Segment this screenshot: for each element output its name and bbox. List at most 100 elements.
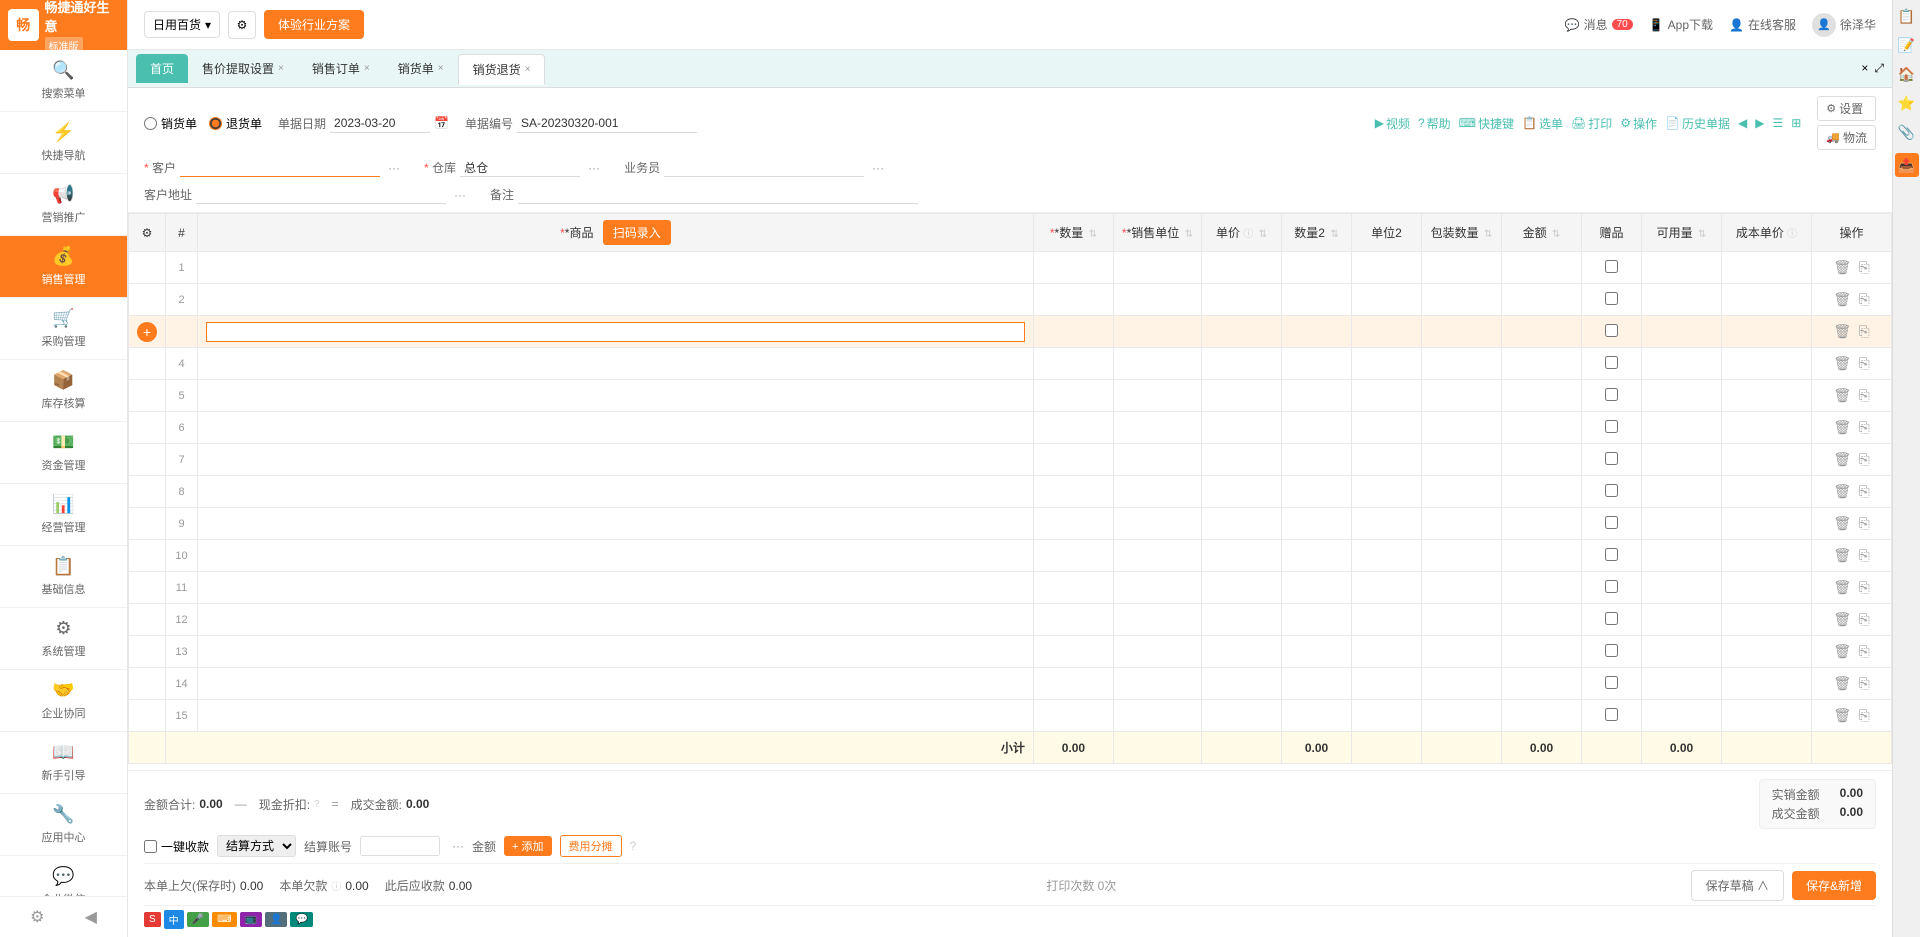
row-qty-8[interactable] (1033, 476, 1113, 508)
row-price-13[interactable] (1202, 636, 1282, 668)
row-delete-10[interactable]: 🗑 (1831, 545, 1853, 566)
user-profile[interactable]: 👤 徐泽华 (1812, 13, 1876, 37)
row-price-12[interactable] (1202, 604, 1282, 636)
gift-check-10[interactable] (1605, 548, 1618, 561)
row-amount-14[interactable] (1502, 668, 1582, 700)
number-input[interactable] (517, 114, 697, 133)
settings-btn[interactable]: ⚙ 设置 (1817, 96, 1876, 121)
row-avail-6[interactable] (1642, 412, 1722, 444)
row-qty-4[interactable] (1033, 348, 1113, 380)
note-input[interactable] (518, 185, 918, 204)
sidebar-item-7[interactable]: 📊经营管理 (0, 484, 127, 546)
row-copy-10[interactable]: ⎘ (1856, 545, 1871, 566)
row-avail-8[interactable] (1642, 476, 1722, 508)
row-copy-4[interactable]: ⎘ (1856, 353, 1871, 374)
row-amount-6[interactable] (1502, 412, 1582, 444)
panel-icon-2[interactable]: 📝 (1898, 37, 1915, 54)
tab-2[interactable]: 销售订单× (298, 54, 384, 83)
warehouse-more-btn[interactable]: ··· (588, 161, 600, 175)
messages-btn[interactable]: 💬 消息 70 (1565, 16, 1633, 33)
row-gift-14[interactable] (1582, 668, 1642, 700)
mic-icon[interactable]: 🎤 (187, 912, 209, 927)
row-unit2-9[interactable] (1352, 508, 1422, 540)
row-unit2-15[interactable] (1352, 700, 1422, 732)
row-gift-3[interactable] (1582, 316, 1642, 348)
row-delete-14[interactable]: 🗑 (1831, 673, 1853, 694)
row-delete-11[interactable]: 🗑 (1831, 577, 1853, 598)
row-delete-2[interactable]: 🗑 (1831, 289, 1853, 310)
sidebar-item-3[interactable]: 💰销售管理 (0, 236, 127, 298)
row-qty-9[interactable] (1033, 508, 1113, 540)
row-goods-13[interactable] (198, 636, 1034, 668)
amount-sort-icon[interactable]: ⇅ (1552, 229, 1560, 240)
discount-info-icon[interactable]: ? (314, 799, 320, 810)
row-price-5[interactable] (1202, 380, 1282, 412)
row-amount-12[interactable] (1502, 604, 1582, 636)
row-copy-15[interactable]: ⎘ (1856, 705, 1871, 726)
sidebar-item-8[interactable]: 📋基础信息 (0, 546, 127, 608)
one-click-pay-check[interactable]: 一键收款 (144, 838, 209, 855)
row-copy-5[interactable]: ⎘ (1856, 385, 1871, 406)
new-row-input-3[interactable] (206, 322, 1025, 342)
logistics-btn[interactable]: 🚚 物流 (1817, 125, 1876, 150)
row-qty-10[interactable] (1033, 540, 1113, 572)
row-qty2-13[interactable] (1282, 636, 1352, 668)
gift-check-2[interactable] (1605, 292, 1618, 305)
date-input[interactable] (330, 114, 430, 133)
tab-close-3[interactable]: × (438, 63, 444, 74)
list-view-icon[interactable]: ☰ (1772, 116, 1783, 130)
row-price-1[interactable] (1202, 252, 1282, 284)
row-unit2-12[interactable] (1352, 604, 1422, 636)
row-price-14[interactable] (1202, 668, 1282, 700)
print-btn[interactable]: 🖨 打印 (1571, 115, 1612, 132)
row-pack-11[interactable] (1422, 572, 1502, 604)
row-cost-11[interactable] (1722, 572, 1812, 604)
history-btn[interactable]: 📄 历史单据 (1665, 115, 1730, 132)
radio-return-input[interactable] (209, 117, 222, 130)
row-goods-6[interactable] (198, 412, 1034, 444)
sidebar-item-1[interactable]: ⚡快捷导航 (0, 112, 127, 174)
row-avail-7[interactable] (1642, 444, 1722, 476)
row-price-8[interactable] (1202, 476, 1282, 508)
row-price-15[interactable] (1202, 700, 1282, 732)
row-qty-11[interactable] (1033, 572, 1113, 604)
sidebar-item-9[interactable]: ⚙系统管理 (0, 608, 127, 670)
row-delete-8[interactable]: 🗑 (1831, 481, 1853, 502)
row-unit-4[interactable] (1113, 348, 1201, 380)
row-copy-1[interactable]: ⎘ (1856, 257, 1871, 278)
split-help-icon[interactable]: ? (630, 839, 637, 853)
gift-check-5[interactable] (1605, 388, 1618, 401)
row-avail-3[interactable] (1642, 316, 1722, 348)
row-unit-7[interactable] (1113, 444, 1201, 476)
row-gift-9[interactable] (1582, 508, 1642, 540)
row-delete-1[interactable]: 🗑 (1831, 257, 1853, 278)
unit-sort-icon[interactable]: ⇅ (1185, 229, 1193, 240)
row-pack-9[interactable] (1422, 508, 1502, 540)
row-delete-13[interactable]: 🗑 (1831, 641, 1853, 662)
row-pack-3[interactable] (1422, 316, 1502, 348)
tab-close-1[interactable]: × (278, 63, 284, 74)
row-unit2-10[interactable] (1352, 540, 1422, 572)
row-unit-6[interactable] (1113, 412, 1201, 444)
row-pack-2[interactable] (1422, 284, 1502, 316)
row-avail-14[interactable] (1642, 668, 1722, 700)
row-delete-12[interactable]: 🗑 (1831, 609, 1853, 630)
row-unit-13[interactable] (1113, 636, 1201, 668)
row-amount-9[interactable] (1502, 508, 1582, 540)
row-goods-14[interactable] (198, 668, 1034, 700)
row-goods-7[interactable] (198, 444, 1034, 476)
customer-input[interactable] (180, 158, 380, 177)
row-cost-9[interactable] (1722, 508, 1812, 540)
row-price-10[interactable] (1202, 540, 1282, 572)
address-input[interactable] (196, 185, 446, 204)
row-qty-13[interactable] (1033, 636, 1113, 668)
row-unit2-5[interactable] (1352, 380, 1422, 412)
panel-icon-5[interactable]: 📎 (1898, 124, 1915, 141)
topbar-settings-btn[interactable]: ⚙ (228, 11, 256, 39)
row-qty-6[interactable] (1033, 412, 1113, 444)
row-amount-5[interactable] (1502, 380, 1582, 412)
row-copy-6[interactable]: ⎘ (1856, 417, 1871, 438)
row-cost-12[interactable] (1722, 604, 1812, 636)
row-copy-11[interactable]: ⎘ (1856, 577, 1871, 598)
row-amount-7[interactable] (1502, 444, 1582, 476)
